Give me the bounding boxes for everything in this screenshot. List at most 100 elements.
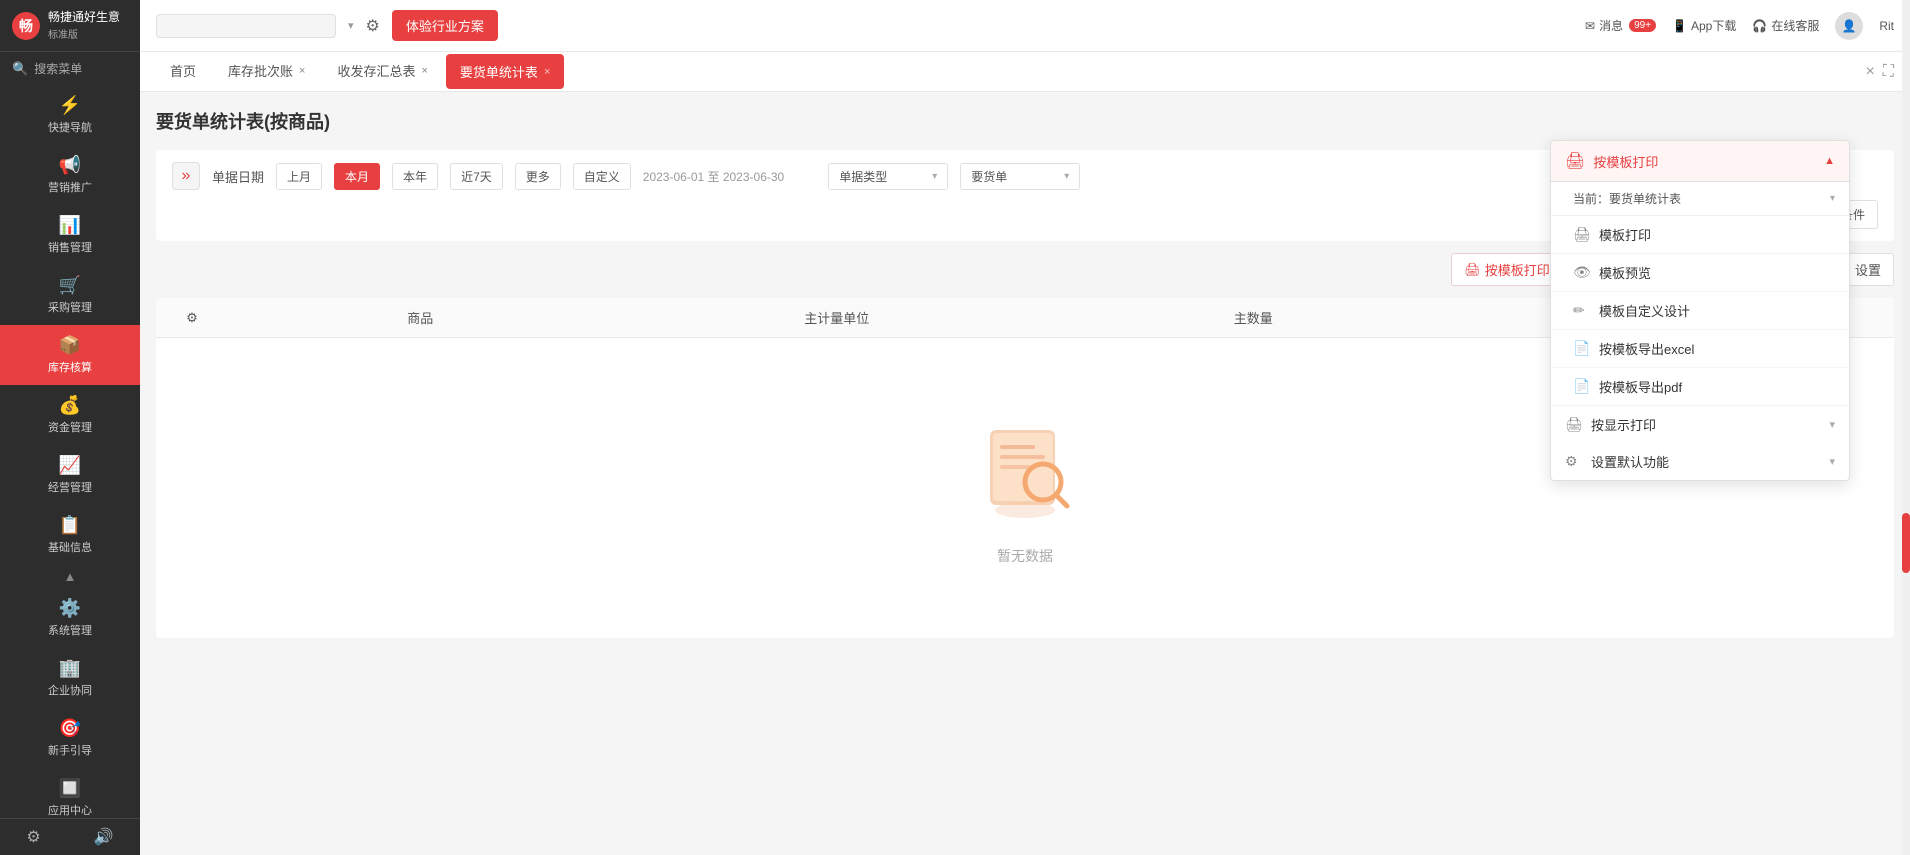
scrollbar-thumb[interactable] — [1902, 513, 1910, 573]
sales-icon: 📊 — [59, 215, 81, 236]
tab-batch-accounts-label: 库存批次账 — [228, 61, 293, 80]
dropdown-section-left: 🖨 按显示打印 — [1565, 415, 1656, 434]
sidebar-search-label: 搜索菜单 — [34, 60, 82, 77]
template-print-label: 按模板打印 — [1485, 260, 1550, 279]
tab-home-label: 首页 — [170, 61, 196, 80]
sidebar-item-newbie[interactable]: 🎯 新手引导 — [0, 708, 140, 768]
dropdown-template-preview-label: 模板预览 — [1599, 263, 1651, 282]
dropdown-current[interactable]: 当前：要货单统计表 ▾ — [1551, 182, 1849, 216]
doc-type-select[interactable]: 单据类型 ▾ — [828, 163, 948, 190]
required-select[interactable]: 要货单 ▾ — [960, 163, 1080, 190]
username-label: Rit — [1879, 19, 1894, 33]
dropdown-section-display-print[interactable]: 🖨 按显示打印 ▾ — [1551, 406, 1849, 443]
date-btn-this-year[interactable]: 本年 — [392, 163, 438, 190]
dropdown-header-left: 🖨 按模板打印 — [1565, 151, 1658, 171]
app-download-btn[interactable]: 📱 App下载 — [1672, 17, 1736, 34]
sidebar-item-appstore[interactable]: 🔲 应用中心 — [0, 768, 140, 818]
sidebar-item-system[interactable]: ⚙️ 系统管理 — [0, 588, 140, 648]
date-btn-more[interactable]: 更多 — [515, 163, 561, 190]
dropdown-title: 按模板打印 — [1593, 152, 1658, 171]
appstore-icon: 🔲 — [59, 778, 81, 799]
dropdown-item-export-excel[interactable]: 📄 按模板导出excel — [1551, 330, 1849, 368]
dropdown-display-print-label: 按显示打印 — [1591, 415, 1656, 434]
headset-icon: 🎧 — [1752, 19, 1767, 33]
sidebar-item-enterprise[interactable]: 🏢 企业协同 — [0, 648, 140, 708]
required-label: 要货单 — [971, 168, 1060, 185]
tab-order-summary-close[interactable]: × — [544, 66, 550, 78]
sidebar-item-label: 基础信息 — [48, 539, 92, 555]
dropdown-default-fn-label: 设置默认功能 — [1591, 452, 1669, 471]
scroll-up-btn[interactable]: ▲ — [0, 565, 140, 588]
empty-icon — [965, 410, 1085, 530]
sidebar-item-label: 经营管理 — [48, 479, 92, 495]
table-col-unit: 主计量单位 — [629, 308, 1046, 327]
tab-receipt-summary-label: 收发存汇总表 — [337, 61, 415, 80]
topbar-search-input[interactable] — [156, 14, 336, 38]
dropdown-export-excel-label: 按模板导出excel — [1599, 339, 1694, 358]
message-label: 消息 — [1599, 17, 1623, 34]
user-avatar[interactable]: 👤 — [1835, 12, 1863, 40]
maximize-icon[interactable]: ⛶ — [1883, 63, 1894, 81]
table-col-quantity: 主数量 — [1045, 308, 1462, 327]
dropdown-item-export-pdf[interactable]: 📄 按模板导出pdf — [1551, 368, 1849, 406]
date-btn-this-month[interactable]: 本月 — [334, 163, 380, 190]
sidebar-item-finance[interactable]: 💰 资金管理 — [0, 385, 140, 445]
template-print-container: 🖨 按模板打印 ▲ 🖨 按模板打印 ▲ 当前：要货单统计表 — [1451, 253, 1583, 286]
tab-order-summary-label: 要货单统计表 — [460, 62, 538, 81]
finance-icon: 💰 — [59, 395, 81, 416]
tab-batch-accounts[interactable]: 库存批次账 × — [214, 53, 319, 90]
dropdown-section-left-2: ⚙ 设置默认功能 — [1565, 452, 1669, 471]
date-btn-7days[interactable]: 近7天 — [450, 163, 503, 190]
dropdown-item-template-design[interactable]: ✏ 模板自定义设计 — [1551, 292, 1849, 330]
dropdown-current-label: 当前：要货单统计表 — [1573, 190, 1681, 207]
sidebar-item-purchase[interactable]: 🛒 采购管理 — [0, 265, 140, 325]
tab-receipt-summary-close[interactable]: × — [421, 65, 427, 77]
filter-expand-btn[interactable]: » — [172, 162, 200, 190]
topbar-settings-icon[interactable]: ⚙ — [366, 16, 380, 36]
avatar-placeholder: 👤 — [1842, 19, 1857, 33]
settings-bottom-icon[interactable]: ⚙ — [26, 827, 40, 847]
shortcut-icon: ⚡ — [59, 95, 81, 116]
dropdown-export-pdf-icon: 📄 — [1573, 378, 1589, 395]
dropdown-header[interactable]: 🖨 按模板打印 ▲ — [1551, 141, 1849, 182]
dropdown-item-template-print[interactable]: 🖨 模板打印 — [1551, 216, 1849, 254]
table-col-settings[interactable]: ⚙ — [172, 310, 212, 326]
dropdown-template-print-label: 模板打印 — [1599, 225, 1651, 244]
date-btn-custom[interactable]: 自定义 — [573, 163, 631, 190]
search-icon: 🔍 — [12, 61, 28, 77]
sidebar-item-basic[interactable]: 📋 基础信息 — [0, 505, 140, 565]
tab-receipt-summary[interactable]: 收发存汇总表 × — [323, 53, 441, 90]
message-icon: ✉ — [1585, 19, 1595, 33]
sidebar-item-label: 应用中心 — [48, 802, 92, 818]
doc-type-arrow: ▾ — [932, 171, 937, 182]
online-service-btn[interactable]: 🎧 在线客服 — [1752, 17, 1819, 34]
topbar-dropdown-icon[interactable]: ▾ — [348, 19, 354, 32]
sidebar-search[interactable]: 🔍 搜索菜单 — [0, 52, 140, 85]
sidebar-item-shortcut[interactable]: ⚡ 快捷导航 — [0, 85, 140, 145]
sidebar-item-label: 系统管理 — [48, 622, 92, 638]
trial-btn[interactable]: 体验行业方案 — [392, 10, 498, 41]
dropdown-current-arrow: ▾ — [1830, 193, 1835, 204]
table-col-product: 商品 — [212, 308, 629, 327]
tab-home[interactable]: 首页 — [156, 53, 210, 90]
dropdown-item-template-preview[interactable]: 👁 模板预览 — [1551, 254, 1849, 292]
sidebar-item-label: 库存核算 — [48, 359, 92, 375]
sidebar-item-operations[interactable]: 📈 经营管理 — [0, 445, 140, 505]
topbar-right: ✉ 消息 99+ 📱 App下载 🎧 在线客服 👤 Rit — [1585, 12, 1894, 40]
date-btn-prev-month[interactable]: 上月 — [276, 163, 322, 190]
app-name: 畅捷通好生意 — [48, 10, 120, 26]
sidebar-item-marketing[interactable]: 📢 营销推广 — [0, 145, 140, 205]
tab-order-summary[interactable]: 要货单统计表 × — [446, 54, 564, 89]
minimize-icon[interactable]: × — [1865, 63, 1874, 81]
right-scrollbar[interactable] — [1902, 0, 1910, 855]
message-btn[interactable]: ✉ 消息 99+ — [1585, 17, 1656, 34]
sidebar-item-sales[interactable]: 📊 销售管理 — [0, 205, 140, 265]
sound-bottom-icon[interactable]: 🔊 — [94, 827, 114, 847]
settings-label: 设置 — [1855, 260, 1881, 279]
sidebar-item-inventory[interactable]: 📦 库存核算 — [0, 325, 140, 385]
dropdown-display-print-icon: 🖨 — [1565, 416, 1581, 433]
dropdown-section-default-function[interactable]: ⚙ 设置默认功能 ▾ — [1551, 443, 1849, 480]
tab-batch-accounts-close[interactable]: × — [299, 65, 305, 77]
dropdown-template-print-icon: 🖨 — [1573, 226, 1589, 243]
template-print-dropdown: 🖨 按模板打印 ▲ 当前：要货单统计表 ▾ 🖨 模板打印 👁 — [1550, 140, 1850, 481]
